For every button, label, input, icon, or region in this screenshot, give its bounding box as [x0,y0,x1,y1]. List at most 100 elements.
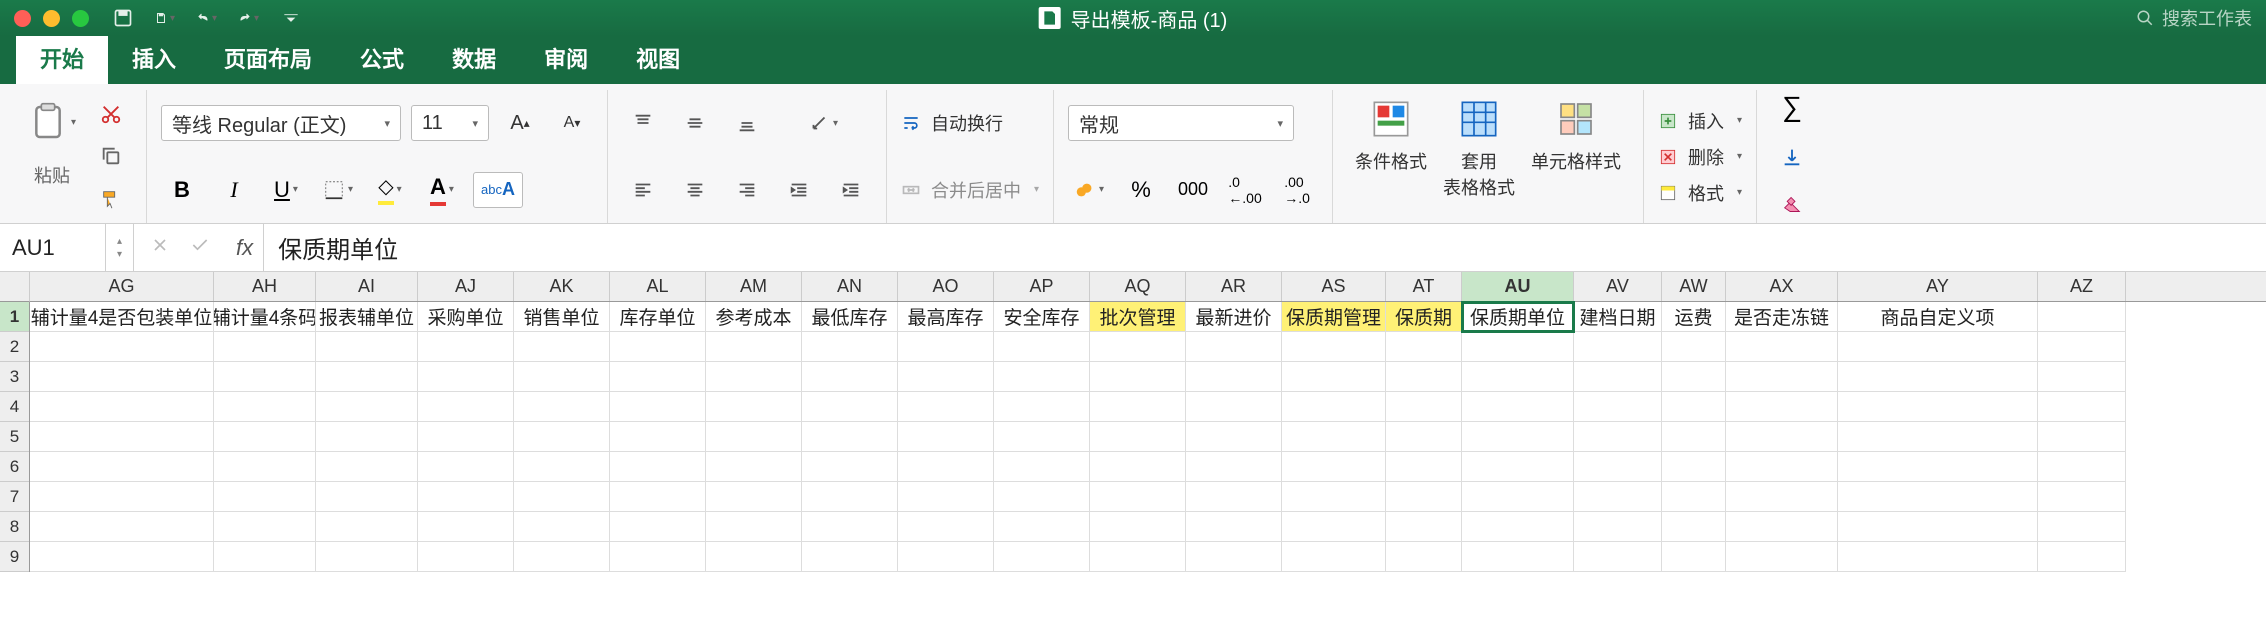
cell-AP7[interactable] [994,482,1090,512]
cell-AM6[interactable] [706,452,802,482]
cell-AX4[interactable] [1726,392,1838,422]
save-button[interactable] [155,8,175,28]
cell-AK2[interactable] [514,332,610,362]
cell-AJ5[interactable] [418,422,514,452]
cell-AK8[interactable] [514,512,610,542]
align-center-button[interactable] [674,172,716,208]
cell-AH7[interactable] [214,482,316,512]
cell-AQ1[interactable]: 批次管理 [1090,302,1186,332]
col-header-AX[interactable]: AX [1726,272,1838,301]
cell-AU3[interactable] [1462,362,1574,392]
col-header-AU[interactable]: AU [1462,272,1574,301]
cell-AP9[interactable] [994,542,1090,572]
cell-AO3[interactable] [898,362,994,392]
cell-AG8[interactable] [30,512,214,542]
cell-AH4[interactable] [214,392,316,422]
row-header-6[interactable]: 6 [0,452,29,482]
cut-button[interactable] [90,96,132,132]
cell-AM7[interactable] [706,482,802,512]
cell-AJ8[interactable] [418,512,514,542]
col-header-AZ[interactable]: AZ [2038,272,2126,301]
wrap-text-button[interactable]: 自动换行 [901,110,1003,136]
cell-AN3[interactable] [802,362,898,392]
merge-center-button[interactable]: 合并后居中 [901,177,1039,203]
cell-AN9[interactable] [802,542,898,572]
cell-AS3[interactable] [1282,362,1386,392]
cell-AN8[interactable] [802,512,898,542]
cell-AJ6[interactable] [418,452,514,482]
cell-AM9[interactable] [706,542,802,572]
col-header-AH[interactable]: AH [214,272,316,301]
col-header-AG[interactable]: AG [30,272,214,301]
cell-AZ6[interactable] [2038,452,2126,482]
cell-AW9[interactable] [1662,542,1726,572]
cell-AP1[interactable]: 安全库存 [994,302,1090,332]
cell-AL7[interactable] [610,482,706,512]
cell-AV3[interactable] [1574,362,1662,392]
search-box[interactable]: 搜索工作表 [2136,5,2252,31]
cell-AJ4[interactable] [418,392,514,422]
increase-indent-button[interactable] [830,172,872,208]
cell-AT6[interactable] [1386,452,1462,482]
cell-AL4[interactable] [610,392,706,422]
cell-AY5[interactable] [1838,422,2038,452]
col-header-AQ[interactable]: AQ [1090,272,1186,301]
cell-AL6[interactable] [610,452,706,482]
cell-AZ1[interactable] [2038,302,2126,332]
tab-page-layout[interactable]: 页面布局 [200,32,336,84]
name-box-dropdown[interactable]: ▴▾ [106,224,134,271]
delete-cells-button[interactable]: 删除 [1658,144,1742,170]
cell-AS8[interactable] [1282,512,1386,542]
cell-AZ4[interactable] [2038,392,2126,422]
cell-AI1[interactable]: 报表辅单位 [316,302,418,332]
comma-button[interactable]: 000 [1172,172,1214,208]
cell-AX5[interactable] [1726,422,1838,452]
cell-AR6[interactable] [1186,452,1282,482]
row-header-4[interactable]: 4 [0,392,29,422]
cell-AI4[interactable] [316,392,418,422]
cell-AI6[interactable] [316,452,418,482]
cell-AK9[interactable] [514,542,610,572]
cell-AT4[interactable] [1386,392,1462,422]
row-header-3[interactable]: 3 [0,362,29,392]
cell-AP8[interactable] [994,512,1090,542]
currency-button[interactable] [1068,172,1110,208]
align-left-button[interactable] [622,172,664,208]
cell-AY8[interactable] [1838,512,2038,542]
cell-AM5[interactable] [706,422,802,452]
increase-decimal-button[interactable]: .0←.00 [1224,172,1266,208]
cell-AP6[interactable] [994,452,1090,482]
paste-button[interactable] [24,90,80,154]
cell-AK4[interactable] [514,392,610,422]
cell-AP3[interactable] [994,362,1090,392]
cell-AI8[interactable] [316,512,418,542]
cell-AR4[interactable] [1186,392,1282,422]
col-header-AJ[interactable]: AJ [418,272,514,301]
col-header-AL[interactable]: AL [610,272,706,301]
col-header-AP[interactable]: AP [994,272,1090,301]
cell-AL5[interactable] [610,422,706,452]
cell-styles-button[interactable]: 单元格样式 [1523,90,1629,223]
cell-AN1[interactable]: 最低库存 [802,302,898,332]
undo-button[interactable] [197,8,217,28]
align-right-button[interactable] [726,172,768,208]
cell-AX8[interactable] [1726,512,1838,542]
fx-icon[interactable]: fx [226,224,264,271]
align-bottom-button[interactable] [726,105,768,141]
cell-AX9[interactable] [1726,542,1838,572]
tab-home[interactable]: 开始 [16,32,108,84]
cell-AZ7[interactable] [2038,482,2126,512]
cell-AY6[interactable] [1838,452,2038,482]
cell-AW6[interactable] [1662,452,1726,482]
cell-AQ4[interactable] [1090,392,1186,422]
cell-AU2[interactable] [1462,332,1574,362]
phonetic-button[interactable]: abcA [473,172,523,208]
cell-AG6[interactable] [30,452,214,482]
cell-AG3[interactable] [30,362,214,392]
close-window-button[interactable] [14,10,31,27]
cell-AQ9[interactable] [1090,542,1186,572]
decrease-indent-button[interactable] [778,172,820,208]
col-header-AM[interactable]: AM [706,272,802,301]
autosave-icon[interactable] [113,8,133,28]
font-name-select[interactable]: 等线 Regular (正文)▾ [161,105,401,141]
